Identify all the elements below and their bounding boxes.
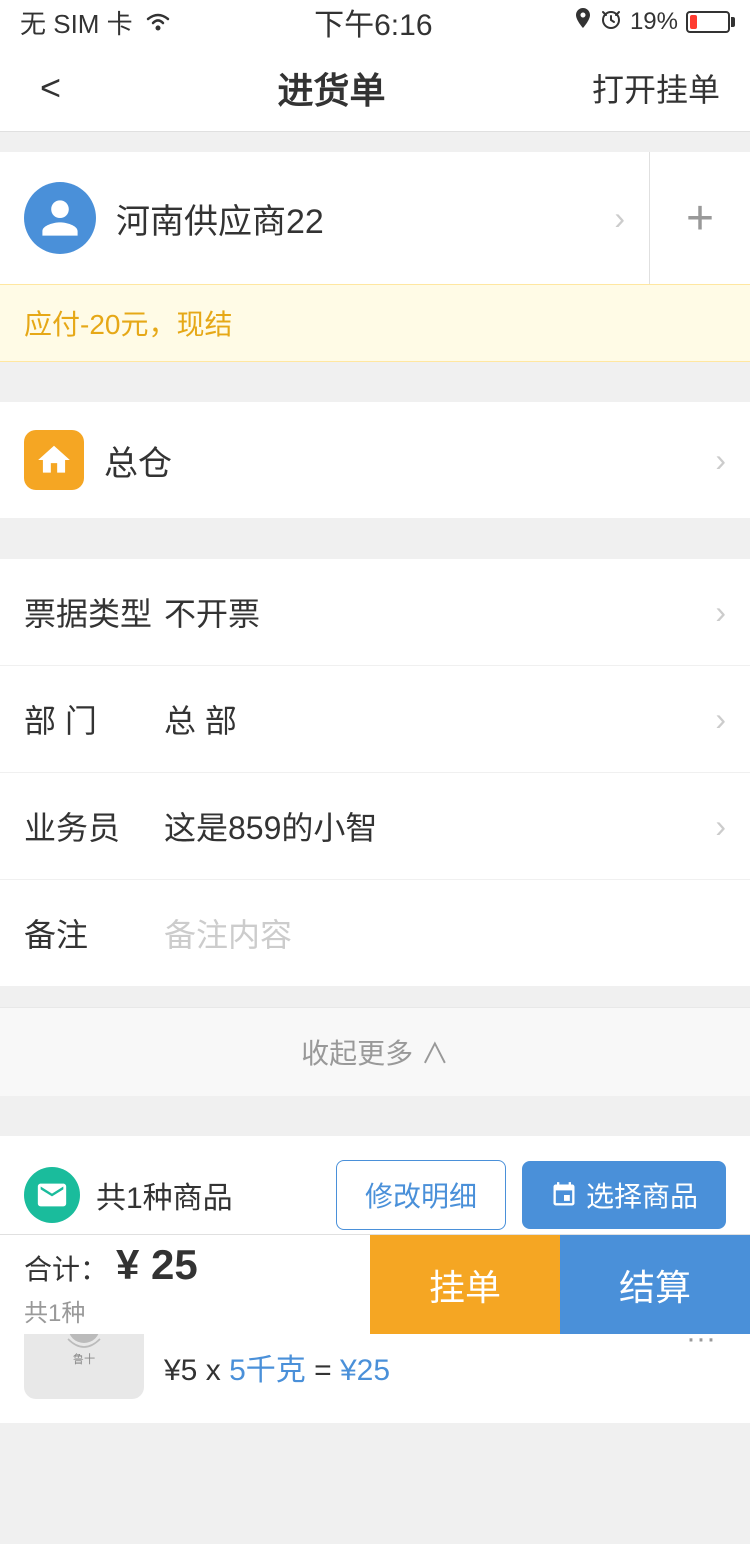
back-button[interactable]: < (30, 57, 71, 119)
supplier-avatar (24, 182, 96, 254)
supplier-chevron-icon: › (614, 200, 625, 237)
battery-icon (686, 11, 730, 33)
remark-row[interactable]: 备注 备注内容 (0, 880, 750, 987)
section-gap-4 (0, 1096, 750, 1116)
section-gap-2 (0, 362, 750, 382)
department-label: 部 门 (24, 696, 164, 742)
section-gap-1 (0, 132, 750, 152)
salesperson-value: 这是859的小智 (164, 803, 705, 849)
unit-price: ¥5 (164, 1354, 197, 1387)
checkout-button[interactable]: 结算 (560, 1235, 750, 1334)
warehouse-chevron-icon: › (715, 442, 726, 479)
salesperson-chevron-icon: › (715, 808, 726, 845)
warehouse-icon (24, 430, 84, 490)
remark-label: 备注 (24, 910, 164, 956)
notice-bar: 应付-20元，现结 (0, 284, 750, 362)
department-chevron-icon: › (715, 701, 726, 738)
invoice-type-value: 不开票 (164, 589, 705, 635)
salesperson-row[interactable]: 业务员 这是859的小智 › (0, 773, 750, 880)
price-multiply: x (206, 1354, 229, 1387)
suspend-button[interactable]: 挂单 (370, 1235, 560, 1334)
invoice-type-row[interactable]: 票据类型 不开票 › (0, 559, 750, 666)
total-sub-label: 共1种 (24, 1293, 346, 1328)
select-product-button[interactable]: 选择商品 (522, 1161, 726, 1229)
open-suspend-button[interactable]: 打开挂单 (592, 65, 720, 111)
salesperson-label: 业务员 (24, 803, 164, 849)
total-amount: ¥ 25 (116, 1241, 198, 1289)
carrier-label: 无 SIM 卡 (20, 4, 133, 41)
warehouse-section: 总仓 › (0, 402, 750, 519)
department-value: 总 部 (164, 696, 705, 742)
status-time: 下午6:16 (314, 0, 432, 44)
page-title: 进货单 (278, 62, 386, 114)
invoice-type-label: 票据类型 (24, 589, 164, 635)
warehouse-name: 总仓 (104, 436, 705, 485)
location-icon (574, 8, 592, 37)
footer-total-row: 合计： ¥ 25 (24, 1241, 346, 1289)
nav-bar: < 进货单 打开挂单 (0, 44, 750, 132)
footer-total: 合计： ¥ 25 共1种 (0, 1235, 370, 1334)
add-supplier-button[interactable]: + (650, 152, 750, 284)
battery-percentage: 19% (630, 8, 678, 36)
product-total: ¥25 (340, 1354, 390, 1387)
product-header-icon (24, 1167, 80, 1223)
status-left: 无 SIM 卡 (20, 4, 173, 41)
price-equals: = (314, 1354, 340, 1387)
total-label: 合计： (24, 1248, 108, 1288)
alarm-icon (600, 8, 622, 37)
invoice-type-chevron-icon: › (715, 594, 726, 631)
footer-spacer (0, 1424, 750, 1544)
product-price: ¥5 x 5千克 = ¥25 (164, 1345, 676, 1389)
select-product-label: 选择商品 (586, 1175, 698, 1215)
product-quantity: 5千克 (229, 1354, 314, 1387)
product-count-label: 共1种商品 (96, 1173, 336, 1217)
supplier-name: 河南供应商22 (116, 194, 604, 243)
collapse-bar[interactable]: 收起更多 ∧ (0, 1007, 750, 1096)
remark-input[interactable]: 备注内容 (164, 910, 726, 956)
supplier-section: 河南供应商22 › + (0, 152, 750, 284)
section-gap-3 (0, 519, 750, 539)
svg-text:鲁十: 鲁十 (73, 1352, 95, 1366)
supplier-selector[interactable]: 河南供应商22 › (0, 152, 650, 284)
department-row[interactable]: 部 门 总 部 › (0, 666, 750, 773)
warehouse-selector[interactable]: 总仓 › (0, 402, 750, 519)
wifi-icon (143, 7, 173, 38)
status-right: 19% (574, 8, 730, 37)
modify-detail-button[interactable]: 修改明细 (336, 1160, 506, 1230)
footer: 合计： ¥ 25 共1种 挂单 结算 (0, 1234, 750, 1334)
form-section: 票据类型 不开票 › 部 门 总 部 › 业务员 这是859的小智 › 备注 备… (0, 559, 750, 987)
status-bar: 无 SIM 卡 下午6:16 19% (0, 0, 750, 44)
battery-fill (690, 15, 697, 29)
